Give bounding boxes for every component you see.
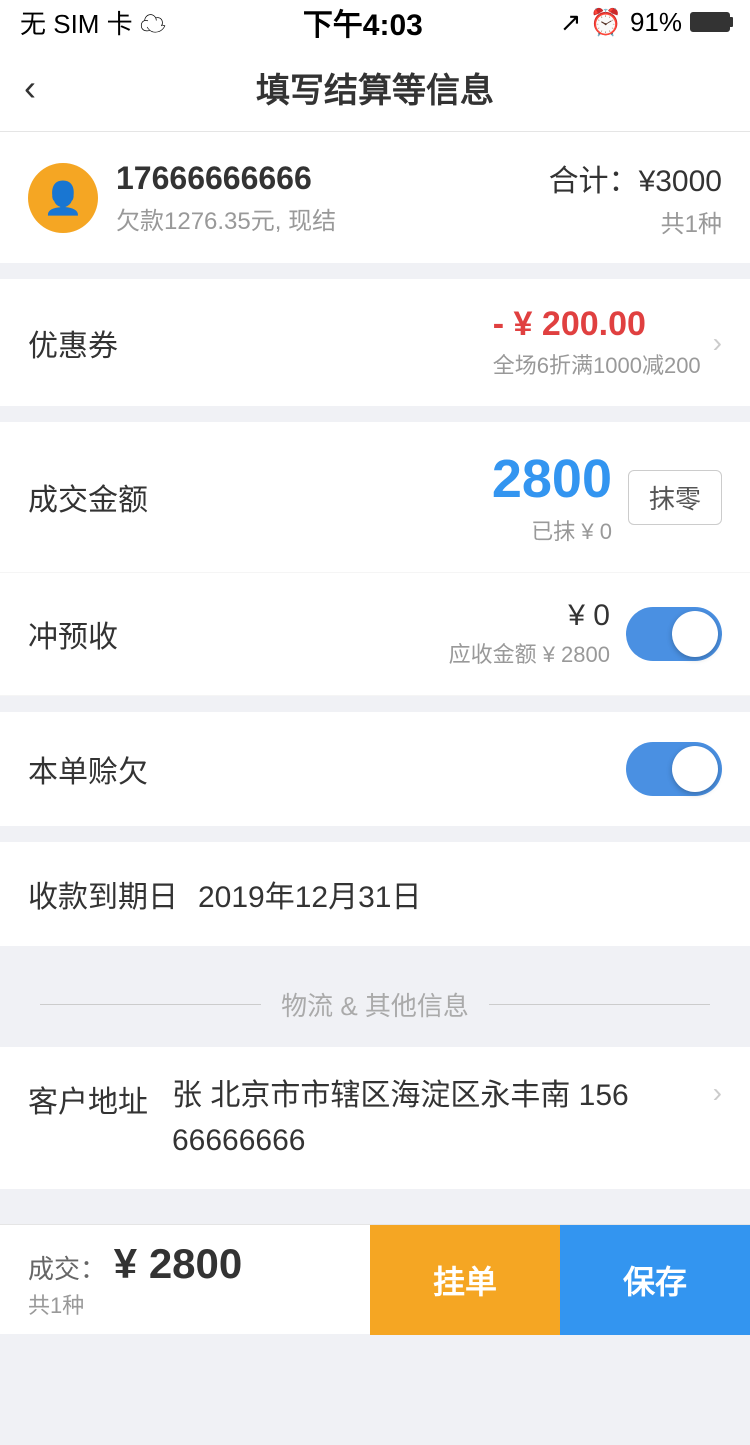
deal-amount-label: 成交金额	[28, 475, 148, 519]
bottom-deal-line: 成交： ¥ 2800	[28, 1240, 342, 1288]
debt-toggle[interactable]	[626, 742, 722, 796]
bottom-count: 共1种	[28, 1288, 342, 1320]
total-value: ¥3000	[639, 165, 722, 198]
back-button[interactable]: ‹	[24, 67, 36, 109]
nav-bar: ‹ 填写结算等信息	[0, 44, 750, 132]
deal-amount-right: 2800 已抹 ¥ 0 抹零	[492, 448, 722, 546]
debt-section: 本单赊欠	[0, 712, 750, 826]
debt-row: 本单赊欠	[0, 712, 750, 826]
avatar: 👤	[28, 163, 98, 233]
coupon-label: 优惠券	[28, 321, 118, 365]
logistics-section-header: 物流 & 其他信息	[0, 962, 750, 1047]
bottom-deal-label: 成交：	[28, 1254, 106, 1284]
deal-amount-section: 成交金额 2800 已抹 ¥ 0 抹零 冲预收 ¥ 0 应收金额 ¥ 2800	[0, 422, 750, 696]
address-row[interactable]: 客户地址 张 北京市市辖区海淀区永丰南 156 66666666 ›	[0, 1047, 750, 1189]
status-right: ↗ ⏰ 91%	[560, 7, 730, 38]
coupon-right: - ¥ 200.00 全场6折满1000减200 ›	[493, 305, 722, 380]
address-value: 张 北京市市辖区海淀区永丰南 156 66666666	[172, 1073, 713, 1163]
bottom-amount: ¥ 2800	[114, 1240, 242, 1287]
total-amount: 合计：¥3000	[549, 156, 722, 200]
round-zero-button[interactable]: 抹零	[628, 470, 722, 525]
bottom-bar: 成交： ¥ 2800 共1种 挂单 保存	[0, 1224, 750, 1334]
due-date-row: 收款到期日 2019年12月31日	[0, 842, 750, 946]
bottom-summary: 成交： ¥ 2800 共1种	[0, 1240, 370, 1320]
page-title: 填写结算等信息	[256, 63, 494, 112]
precharge-amounts: ¥ 0 应收金额 ¥ 2800	[449, 599, 610, 669]
status-left: 无 SIM 卡 ☁	[20, 4, 166, 41]
location-icon: ↗	[560, 7, 582, 38]
section-line-left	[40, 1004, 261, 1005]
user-phone: 17666666666	[116, 160, 336, 197]
save-button[interactable]: 保存	[560, 1225, 750, 1335]
status-time: 下午4:03	[303, 0, 423, 44]
battery-percent: 91%	[630, 7, 682, 38]
due-date-label: 收款到期日	[28, 872, 178, 916]
alarm-icon: ⏰	[590, 7, 622, 38]
coupon-arrow-icon: ›	[713, 327, 722, 359]
debt-toggle-knob	[672, 746, 718, 792]
hang-order-button[interactable]: 挂单	[370, 1225, 560, 1335]
user-info-card: 👤 17666666666 欠款1276.35元, 现结 合计：¥3000 共1…	[0, 132, 750, 263]
debt-label: 本单赊欠	[28, 747, 148, 791]
precharge-main-amount: ¥ 0	[449, 599, 610, 633]
user-info: 17666666666 欠款1276.35元, 现结	[116, 160, 336, 236]
deal-amount-sub: 已抹 ¥ 0	[492, 514, 612, 546]
toggle-knob	[672, 611, 718, 657]
precharge-row: 冲预收 ¥ 0 应收金额 ¥ 2800	[0, 573, 750, 696]
deal-amount-row: 成交金额 2800 已抹 ¥ 0 抹零	[0, 422, 750, 573]
precharge-label: 冲预收	[28, 612, 118, 656]
battery-icon	[690, 12, 730, 32]
user-left: 👤 17666666666 欠款1276.35元, 现结	[28, 160, 336, 236]
precharge-sub-amount: 应收金额 ¥ 2800	[449, 637, 610, 669]
user-row: 👤 17666666666 欠款1276.35元, 现结 合计：¥3000 共1…	[0, 132, 750, 263]
due-date-value: 2019年12月31日	[198, 872, 421, 916]
user-sub-text: 欠款1276.35元, 现结	[116, 201, 336, 236]
sim-text: 无 SIM 卡 ☁	[20, 4, 166, 41]
status-bar: 无 SIM 卡 ☁ 下午4:03 ↗ ⏰ 91%	[0, 0, 750, 44]
coupon-row[interactable]: 优惠券 - ¥ 200.00 全场6折满1000减200 ›	[0, 279, 750, 406]
address-arrow-icon: ›	[713, 1073, 722, 1109]
address-label: 客户地址	[28, 1073, 148, 1121]
item-count: 共1种	[549, 204, 722, 239]
precharge-right: ¥ 0 应收金额 ¥ 2800	[449, 599, 722, 669]
user-right: 合计：¥3000 共1种	[549, 156, 722, 239]
coupon-desc: 全场6折满1000减200	[493, 348, 701, 380]
precharge-toggle[interactable]	[626, 607, 722, 661]
coupon-amount: - ¥ 200.00	[493, 305, 701, 344]
section-line-right	[489, 1004, 710, 1005]
total-label: 合计：	[549, 165, 639, 198]
section-header-text: 物流 & 其他信息	[281, 986, 469, 1023]
deal-amount-value: 2800	[492, 448, 612, 510]
